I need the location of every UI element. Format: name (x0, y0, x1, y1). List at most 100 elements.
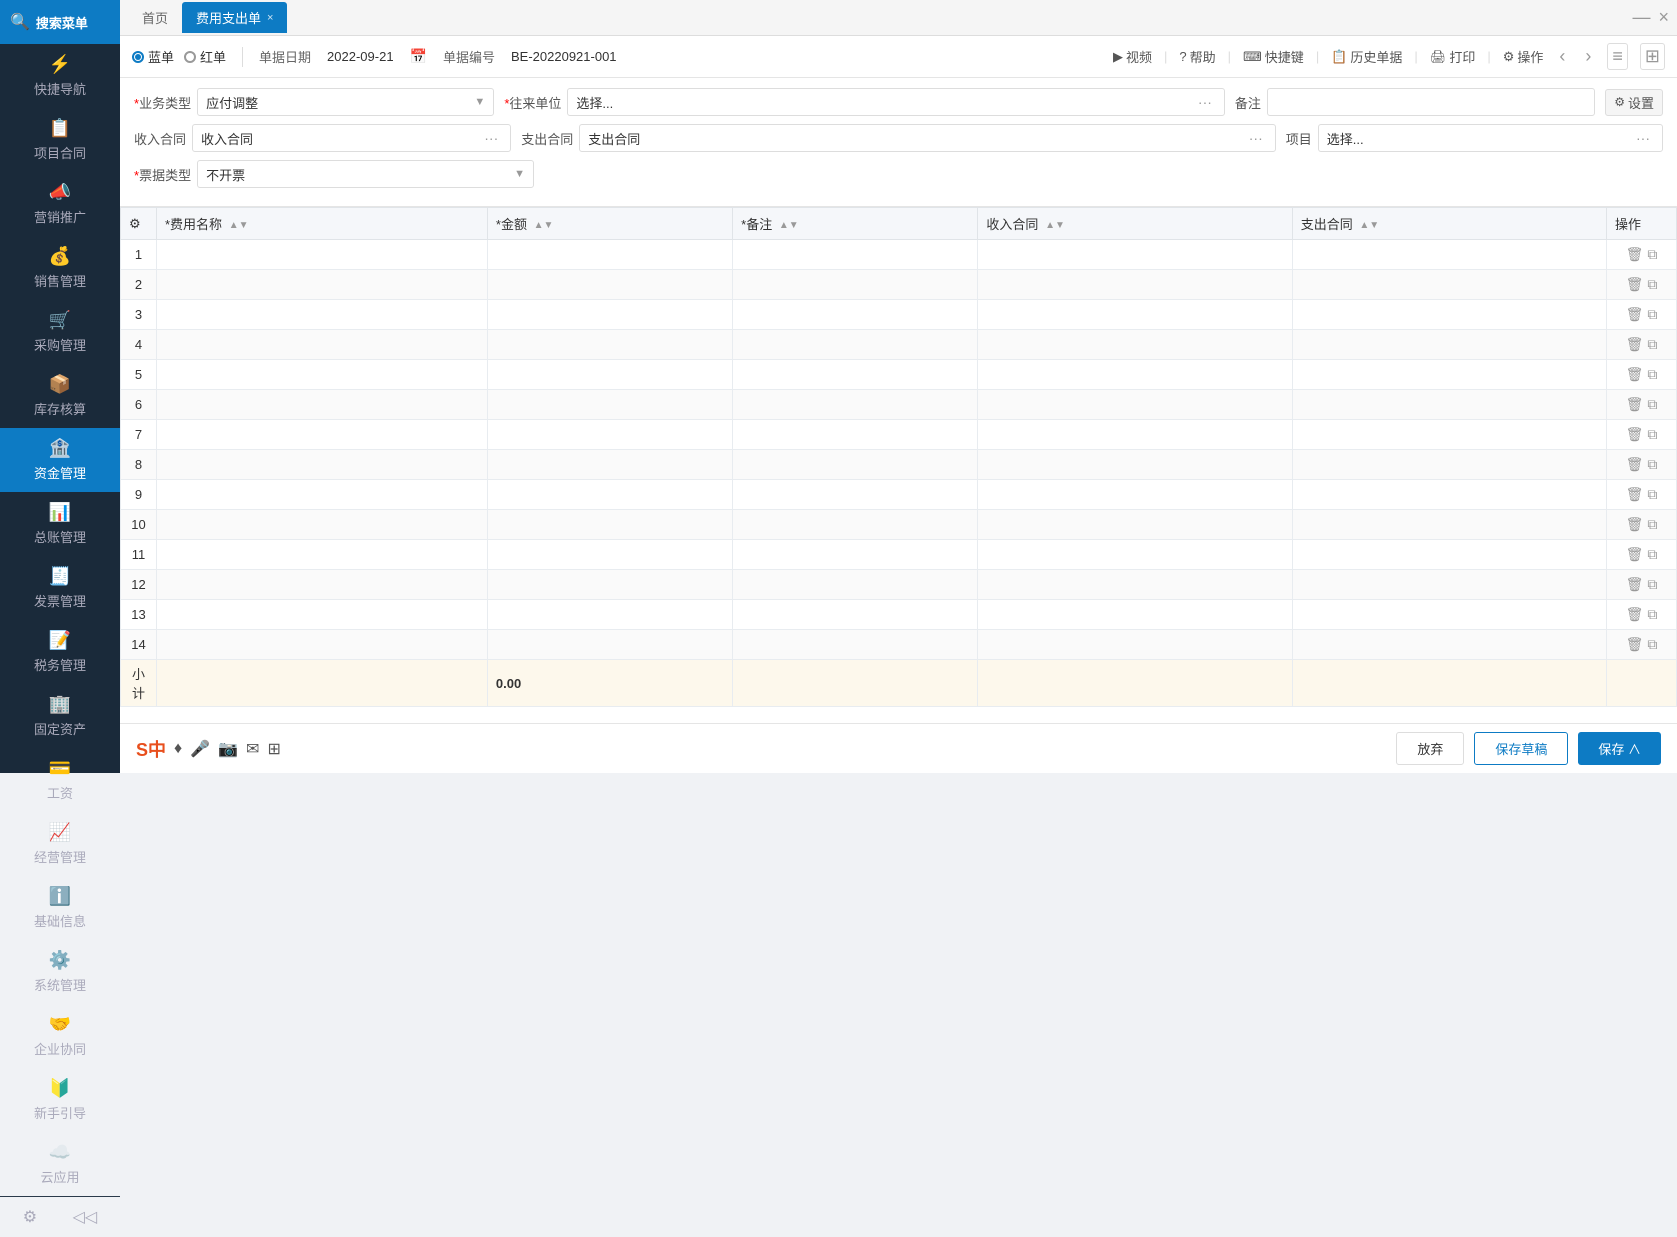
sidebar-item-ops[interactable]: 📈 经营管理 (0, 812, 120, 876)
expense-contract-cell[interactable] (1292, 450, 1606, 480)
close-icon[interactable]: × (1658, 7, 1669, 28)
copy-row-icon[interactable]: ⧉ (1647, 576, 1657, 593)
amount-cell[interactable] (487, 270, 732, 300)
help-action[interactable]: ? 帮助 (1179, 47, 1215, 66)
print-action[interactable]: 🖨 打印 (1430, 47, 1476, 66)
note-cell[interactable] (733, 360, 978, 390)
sort-note-icon[interactable]: ▲▼ (779, 221, 799, 231)
minimize-icon[interactable]: — (1632, 7, 1650, 28)
sidebar-item-purchase[interactable]: 🛒 采购管理 (0, 300, 120, 364)
expense-name-cell[interactable] (157, 450, 488, 480)
sidebar-item-salary[interactable]: 💳 工资 (0, 748, 120, 812)
delete-row-icon[interactable]: 🗑 (1626, 336, 1644, 353)
copy-row-icon[interactable]: ⧉ (1647, 366, 1657, 383)
volume-icon[interactable]: ◁◁ (73, 1207, 98, 1227)
expense-contract-cell[interactable] (1292, 270, 1606, 300)
amount-cell[interactable] (487, 390, 732, 420)
expense-name-cell[interactable] (157, 360, 488, 390)
business-type-select[interactable]: 应付调整 ▼ (197, 88, 494, 116)
nav-next-btn[interactable]: › (1581, 46, 1595, 67)
sidebar-item-accounting[interactable]: 📊 总账管理 (0, 492, 120, 556)
copy-row-icon[interactable]: ⧉ (1647, 516, 1657, 533)
expense-contract-cell[interactable] (1292, 330, 1606, 360)
expense-contract-cell[interactable] (1292, 600, 1606, 630)
expense-name-cell[interactable] (157, 270, 488, 300)
note-input[interactable] (1267, 88, 1595, 116)
expense-name-cell[interactable] (157, 600, 488, 630)
sidebar-item-capital[interactable]: 🏦 资金管理 (0, 428, 120, 492)
amount-cell[interactable] (487, 630, 732, 660)
amount-cell[interactable] (487, 360, 732, 390)
income-contract-cell[interactable] (978, 420, 1292, 450)
delete-row-icon[interactable]: 🗑 (1626, 456, 1644, 473)
expense-name-cell[interactable] (157, 510, 488, 540)
expense-name-cell[interactable] (157, 480, 488, 510)
copy-row-icon[interactable]: ⧉ (1647, 396, 1657, 413)
delete-row-icon[interactable]: 🗑 (1626, 246, 1644, 263)
settings-bottom-icon[interactable]: ⚙ (23, 1207, 37, 1227)
sidebar-item-basic-info[interactable]: ℹ️ 基础信息 (0, 876, 120, 940)
ops-action[interactable]: ⚙ 操作 (1503, 47, 1544, 66)
income-contract-cell[interactable] (978, 360, 1292, 390)
radio-red[interactable]: 红单 (184, 47, 226, 66)
income-contract-more-icon[interactable]: ··· (480, 130, 502, 146)
project-select[interactable]: 选择... ··· (1318, 124, 1663, 152)
delete-row-icon[interactable]: 🗑 (1626, 546, 1644, 563)
expense-contract-cell[interactable] (1292, 630, 1606, 660)
footer-icon-5[interactable]: ⊞ (267, 739, 280, 759)
expense-name-cell[interactable] (157, 630, 488, 660)
sort-income-icon[interactable]: ▲▼ (1045, 221, 1065, 231)
expense-name-cell[interactable] (157, 420, 488, 450)
expense-contract-cell[interactable] (1292, 570, 1606, 600)
expense-name-cell[interactable] (157, 300, 488, 330)
amount-cell[interactable] (487, 510, 732, 540)
amount-cell[interactable] (487, 600, 732, 630)
note-cell[interactable] (733, 570, 978, 600)
amount-cell[interactable] (487, 330, 732, 360)
income-contract-cell[interactable] (978, 480, 1292, 510)
copy-row-icon[interactable]: ⧉ (1647, 306, 1657, 323)
sort-expense-contract-icon[interactable]: ▲▼ (1359, 221, 1379, 231)
note-cell[interactable] (733, 390, 978, 420)
note-cell[interactable] (733, 600, 978, 630)
income-contract-cell[interactable] (978, 330, 1292, 360)
amount-cell[interactable] (487, 240, 732, 270)
expense-contract-more-icon[interactable]: ··· (1245, 130, 1267, 146)
col-settings[interactable]: ⚙ (121, 208, 157, 240)
income-contract-cell[interactable] (978, 570, 1292, 600)
invoice-type-select[interactable]: 不开票 ▼ (197, 160, 534, 188)
sidebar-item-project-contract[interactable]: 📋 项目合同 (0, 108, 120, 172)
income-contract-cell[interactable] (978, 240, 1292, 270)
copy-row-icon[interactable]: ⧉ (1647, 246, 1657, 263)
income-contract-cell[interactable] (978, 300, 1292, 330)
income-contract-cell[interactable] (978, 600, 1292, 630)
sidebar-item-guide[interactable]: 🔰 新手引导 (0, 1068, 120, 1132)
delete-row-icon[interactable]: 🗑 (1626, 486, 1644, 503)
save-draft-button[interactable]: 保存草稿 (1474, 732, 1568, 765)
amount-cell[interactable] (487, 420, 732, 450)
amount-cell[interactable] (487, 540, 732, 570)
sort-expense-icon[interactable]: ▲▼ (229, 221, 249, 231)
footer-icon-2[interactable]: 🎤 (190, 739, 210, 759)
radio-blue[interactable]: 蓝单 (132, 47, 174, 66)
delete-row-icon[interactable]: 🗑 (1626, 396, 1644, 413)
delete-row-icon[interactable]: 🗑 (1626, 276, 1644, 293)
delete-row-icon[interactable]: 🗑 (1626, 426, 1644, 443)
tab-home[interactable]: 首页 (128, 2, 182, 33)
counterparty-select[interactable]: 选择... ··· (567, 88, 1225, 116)
footer-icon-4[interactable]: ✉ (246, 739, 259, 759)
note-cell[interactable] (733, 300, 978, 330)
nav-prev-btn[interactable]: ‹ (1555, 46, 1569, 67)
counterparty-more-icon[interactable]: ··· (1194, 94, 1216, 110)
delete-row-icon[interactable]: 🗑 (1626, 366, 1644, 383)
sidebar-item-quick-nav[interactable]: ⚡ 快捷导航 (0, 44, 120, 108)
note-cell[interactable] (733, 420, 978, 450)
sidebar-search[interactable]: 🔍 搜索菜单 (0, 0, 120, 44)
amount-cell[interactable] (487, 570, 732, 600)
video-action[interactable]: ▶ 视频 (1113, 47, 1152, 66)
income-contract-select[interactable]: 收入合同 ··· (192, 124, 511, 152)
income-contract-cell[interactable] (978, 510, 1292, 540)
sort-amount-icon[interactable]: ▲▼ (534, 221, 554, 231)
delete-row-icon[interactable]: 🗑 (1626, 306, 1644, 323)
income-contract-cell[interactable] (978, 450, 1292, 480)
